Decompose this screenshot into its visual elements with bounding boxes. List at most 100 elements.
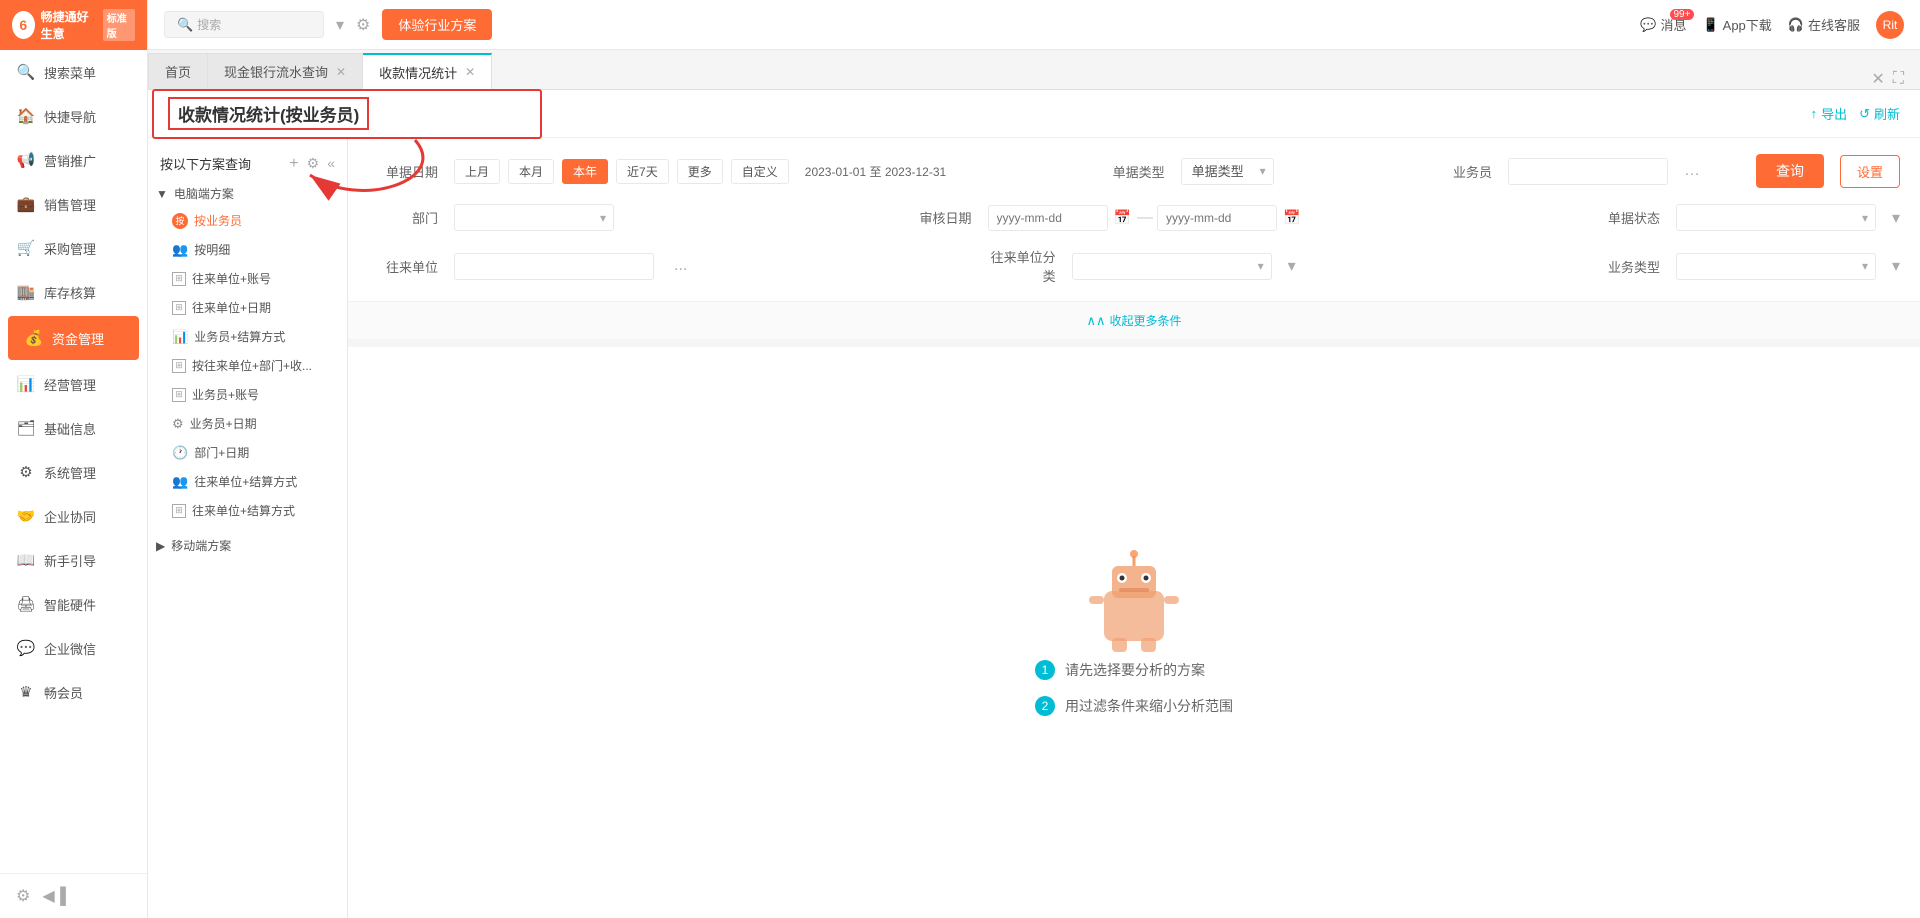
scheme-item-partner-settle2[interactable]: ⊞ 往来单位+结算方式 [148,496,347,525]
scheme-item-salesman-account[interactable]: ⊞ 业务员+账号 [148,380,347,409]
scheme-item-partner-date[interactable]: ⊞ 往来单位+日期 [148,293,347,322]
settings-bottom-icon[interactable]: ⚙ [16,886,30,906]
step-num-1: 1 [1035,660,1055,680]
app-download-btn[interactable]: 📱 App下载 [1702,15,1771,34]
scheme-item-salesman[interactable]: 按 按业务员 [148,206,347,235]
tab-cashflow[interactable]: 现金银行流水查询 ✕ [208,53,363,89]
collapse-bar[interactable]: ∧∧ 收起更多条件 [348,301,1920,339]
message-btn[interactable]: 💬 消息 99+ [1640,15,1686,34]
partner-category-select[interactable] [1072,253,1272,280]
header-settings-icon[interactable]: ⚙ [356,15,370,35]
tab-close-all-icon[interactable]: ✕ [1871,69,1884,89]
user-initials: Rit [1883,18,1898,32]
panel-collapse-icon[interactable]: « [327,155,335,173]
header-dropdown-icon[interactable]: ▾ [336,15,344,35]
voucher-type-select[interactable]: 单据类型 [1181,158,1274,185]
sidebar-item-enterprise[interactable]: 🤝 企业协同 [0,494,147,538]
date-btn-more[interactable]: 更多 [677,159,723,184]
settings-button[interactable]: 设置 [1840,155,1900,188]
sidebar-item-label-guide: 新手引导 [44,551,96,570]
sidebar-item-label-sales: 销售管理 [44,195,96,214]
voucher-type-label: 单据类型 [1095,162,1165,181]
dept-select[interactable] [454,204,614,231]
collapse-chevron-icon: ∧∧ [1086,313,1105,329]
sidebar-item-purchase[interactable]: 🛒 采购管理 [0,226,147,270]
sidebar-item-finance[interactable]: 💰 资金管理 [8,316,139,360]
partner-category-dropdown-icon[interactable]: ▾ [1288,256,1296,276]
voucher-status-dropdown-icon[interactable]: ▾ [1892,208,1900,228]
collapse-sidebar-icon[interactable]: ◀▐ [42,886,66,906]
scheme-settings-icon[interactable]: ⚙ [307,155,320,173]
marketing-icon: 📢 [16,150,36,170]
partner-more-icon[interactable]: ... [670,257,691,275]
calendar-end-icon[interactable]: 📅 [1281,209,1302,226]
sidebar-item-member[interactable]: ♛ 畅会员 [0,670,147,714]
panel-header-actions: + ⚙ « [289,155,335,173]
scheme-label-partner-settle2: 往来单位+结算方式 [192,502,295,519]
biz-type-dropdown-icon[interactable]: ▾ [1892,256,1900,276]
refresh-button[interactable]: ↺ 刷新 [1859,104,1900,123]
sidebar-item-quicknav[interactable]: 🏠 快捷导航 [0,94,147,138]
desktop-schemes-header[interactable]: ▼ 电脑端方案 [148,181,347,206]
date-btn-thisyear[interactable]: 本年 [562,159,608,184]
mobile-schemes-header[interactable]: ▶ 移动端方案 [148,533,347,558]
sidebar-item-guide[interactable]: 📖 新手引导 [0,538,147,582]
hardware-icon: 🖨 [16,594,36,614]
page-title: 收款情况统计(按业务员) [168,97,369,130]
user-avatar[interactable]: Rit [1876,11,1904,39]
calendar-start-icon[interactable]: 📅 [1112,209,1133,226]
tab-receipts[interactable]: 收款情况统计 ✕ [363,53,492,89]
sidebar-item-sales[interactable]: 💼 销售管理 [0,182,147,226]
salesman-input[interactable] [1508,158,1668,185]
tab-expand-icon[interactable]: ⛶ [1893,70,1904,88]
app-name: 畅捷通好生意 [41,8,99,42]
scheme-item-salesman-date[interactable]: ⚙ 业务员+日期 [148,409,347,438]
voucher-status-select[interactable] [1676,204,1876,231]
sidebar-item-inventory[interactable]: 🏬 库存核算 [0,270,147,314]
date-buttons: 上月 本月 本年 近7天 更多 自定义 [454,159,789,184]
sidebar-item-operations[interactable]: 📊 经营管理 [0,362,147,406]
date-btn-lastmonth[interactable]: 上月 [454,159,500,184]
date-btn-7days[interactable]: 近7天 [616,159,669,184]
sidebar-item-hardware[interactable]: 🖨 智能硬件 [0,582,147,626]
tab-receipts-close[interactable]: ✕ [465,65,475,79]
sidebar-item-search[interactable]: 🔍 搜索菜单 [0,50,147,94]
mobile-schemes-arrow: ▶ [156,539,165,553]
scheme-item-salesman-settle[interactable]: 📊 业务员+结算方式 [148,322,347,351]
biz-type-select[interactable] [1676,253,1876,280]
page-header: 收款情况统计(按业务员) ↑ 导出 ↺ 刷新 [148,90,1920,138]
scheme-item-partner-settle1[interactable]: 👥 往来单位+结算方式 [148,467,347,496]
add-scheme-icon[interactable]: + [289,155,298,173]
query-button[interactable]: 查询 [1756,154,1824,188]
scheme-item-detail[interactable]: 👥 按明细 [148,235,347,264]
online-service-btn[interactable]: 🎧 在线客服 [1788,15,1860,34]
filter-area: 单据日期 上月 本月 本年 近7天 更多 自定义 2023-01-01 至 20… [348,138,1920,301]
tab-home[interactable]: 首页 [148,53,208,89]
scheme-item-partner-account[interactable]: ⊞ 往来单位+账号 [148,264,347,293]
audit-date-end[interactable] [1157,205,1277,231]
detail-scheme-icon: 👥 [172,242,188,258]
scheme-item-dept-date[interactable]: 🕐 部门+日期 [148,438,347,467]
trial-button[interactable]: 体验行业方案 [382,9,492,40]
sidebar-item-wechat[interactable]: 💬 企业微信 [0,626,147,670]
scheme-item-partner-dept[interactable]: ⊞ 按往来单位+部门+收... [148,351,347,380]
sidebar-item-basic[interactable]: 🗂 基础信息 [0,406,147,450]
sidebar: 6 畅捷通好生意 标准版 🔍 搜索菜单 🏠 快捷导航 📢 营销推广 💼 销售管理… [0,0,148,918]
date-btn-thismonth[interactable]: 本月 [508,159,554,184]
header-search[interactable]: 🔍 搜索 [164,11,324,38]
salesman-scheme-icon: 按 [172,213,188,229]
partner-input[interactable] [454,253,654,280]
export-button[interactable]: ↑ 导出 [1811,104,1848,123]
main-area: 🔍 搜索 ▾ ⚙ 体验行业方案 💬 消息 99+ 📱 App下载 🎧 在线客服 [148,0,1920,918]
tab-cashflow-close[interactable]: ✕ [336,65,346,79]
date-btn-custom[interactable]: 自定义 [731,159,789,184]
scheme-label-salesman-settle: 业务员+结算方式 [194,328,285,345]
app-logo: 6 畅捷通好生意 标准版 [0,0,147,50]
audit-date-start[interactable] [988,205,1108,231]
voucher-status-select-wrapper [1676,204,1876,231]
scheme-label-dept-date: 部门+日期 [194,444,249,461]
sidebar-item-system[interactable]: ⚙ 系统管理 [0,450,147,494]
sidebar-item-marketing[interactable]: 📢 营销推广 [0,138,147,182]
date-dash: — [1137,209,1153,227]
salesman-more-icon[interactable]: … [1684,162,1700,180]
